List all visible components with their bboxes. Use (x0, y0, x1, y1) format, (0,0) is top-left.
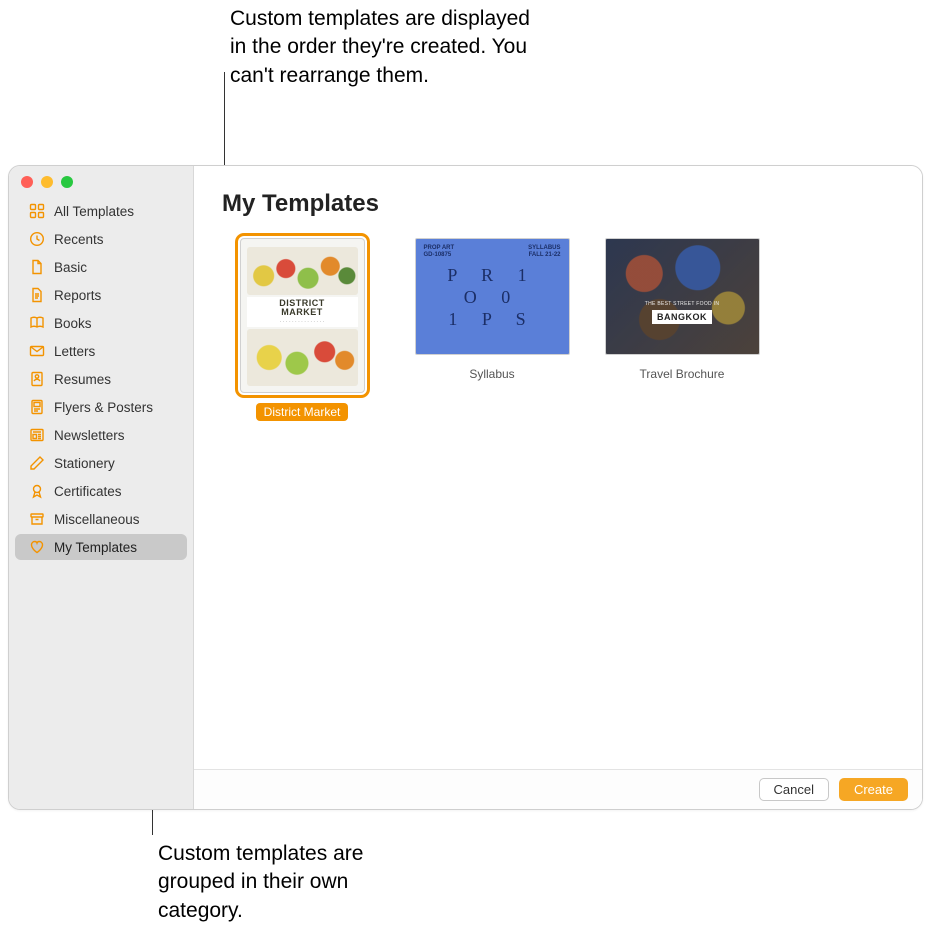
sidebar-item-label: Books (54, 316, 92, 331)
sidebar-item-label: Newsletters (54, 428, 125, 443)
template-grid: DISTRICT MARKET · · · · · · · · · · · · … (222, 238, 902, 421)
thumb-text: SYLLABUS (528, 245, 560, 251)
minimize-window-button[interactable] (41, 176, 53, 188)
sidebar-item-stationery[interactable]: Stationery (15, 450, 187, 476)
window-controls (9, 174, 193, 198)
clock-icon (29, 231, 45, 247)
sidebar-item-letters[interactable]: Letters (15, 338, 187, 364)
sidebar: All Templates Recents Basic Reports Book… (9, 166, 194, 809)
sidebar-item-label: All Templates (54, 204, 134, 219)
sidebar-item-label: Basic (54, 260, 87, 275)
sidebar-item-certificates[interactable]: Certificates (15, 478, 187, 504)
sidebar-item-label: Resumes (54, 372, 111, 387)
book-icon (29, 315, 45, 331)
template-chooser-window: All Templates Recents Basic Reports Book… (8, 165, 923, 810)
page-title: My Templates (222, 190, 902, 218)
template-thumbnail: DISTRICT MARKET · · · · · · · · · · · · … (240, 238, 365, 393)
sidebar-item-my-templates[interactable]: My Templates (15, 534, 187, 560)
template-label: Travel Brochure (632, 365, 733, 383)
sidebar-item-label: Letters (54, 344, 95, 359)
sidebar-item-all-templates[interactable]: All Templates (15, 198, 187, 224)
sidebar-item-miscellaneous[interactable]: Miscellaneous (15, 506, 187, 532)
template-label: Syllabus (461, 365, 522, 383)
archive-icon (29, 511, 45, 527)
cancel-button[interactable]: Cancel (759, 778, 829, 801)
callout-bottom: Custom templates are grouped in their ow… (158, 840, 418, 925)
doc-icon (29, 259, 45, 275)
sidebar-item-basic[interactable]: Basic (15, 254, 187, 280)
grid-icon (29, 203, 45, 219)
sidebar-item-label: My Templates (54, 540, 137, 555)
ribbon-icon (29, 483, 45, 499)
doc-text-icon (29, 287, 45, 303)
thumb-title: MARKET (281, 308, 323, 317)
template-label: District Market (256, 403, 349, 421)
sidebar-item-flyers-posters[interactable]: Flyers & Posters (15, 394, 187, 420)
zoom-window-button[interactable] (61, 176, 73, 188)
heart-icon (29, 539, 45, 555)
thumb-text: THE BEST STREET FOOD IN (606, 301, 759, 307)
sidebar-item-label: Recents (54, 232, 104, 247)
sidebar-item-reports[interactable]: Reports (15, 282, 187, 308)
sidebar-item-label: Certificates (54, 484, 122, 499)
template-card-district-market[interactable]: DISTRICT MARKET · · · · · · · · · · · · … (222, 238, 382, 421)
thumb-text: FALL 21-22 (529, 252, 561, 258)
sidebar-item-label: Flyers & Posters (54, 400, 153, 415)
footer: Cancel Create (194, 769, 922, 809)
template-card-travel-brochure[interactable]: THE BEST STREET FOOD IN BANGKOK Travel B… (602, 238, 762, 383)
pencil-icon (29, 455, 45, 471)
sidebar-list: All Templates Recents Basic Reports Book… (9, 198, 193, 562)
thumb-text: O 0 (416, 287, 569, 308)
template-thumbnail: THE BEST STREET FOOD IN BANGKOK (605, 238, 760, 355)
sidebar-item-label: Miscellaneous (54, 512, 140, 527)
template-thumbnail: PROP ARTGD-10875 SYLLABUSFALL 21-22 P R … (415, 238, 570, 355)
template-card-syllabus[interactable]: PROP ARTGD-10875 SYLLABUSFALL 21-22 P R … (412, 238, 572, 383)
sidebar-item-books[interactable]: Books (15, 310, 187, 336)
callout-top: Custom templates are displayed in the or… (230, 5, 530, 90)
sidebar-item-label: Stationery (54, 456, 115, 471)
poster-icon (29, 399, 45, 415)
sidebar-item-newsletters[interactable]: Newsletters (15, 422, 187, 448)
thumb-text: GD-10875 (424, 252, 452, 258)
sidebar-item-resumes[interactable]: Resumes (15, 366, 187, 392)
thumb-text: PROP ART (424, 245, 455, 251)
person-icon (29, 371, 45, 387)
news-icon (29, 427, 45, 443)
create-button[interactable]: Create (839, 778, 908, 801)
main-panel: My Templates DISTRICT MARKET · · · · · ·… (194, 166, 922, 809)
thumb-text: P R 1 (416, 265, 569, 286)
sidebar-item-recents[interactable]: Recents (15, 226, 187, 252)
thumb-text: BANGKOK (652, 310, 712, 324)
sidebar-item-label: Reports (54, 288, 101, 303)
envelope-icon (29, 343, 45, 359)
close-window-button[interactable] (21, 176, 33, 188)
thumb-text: 1 P S (416, 309, 569, 330)
